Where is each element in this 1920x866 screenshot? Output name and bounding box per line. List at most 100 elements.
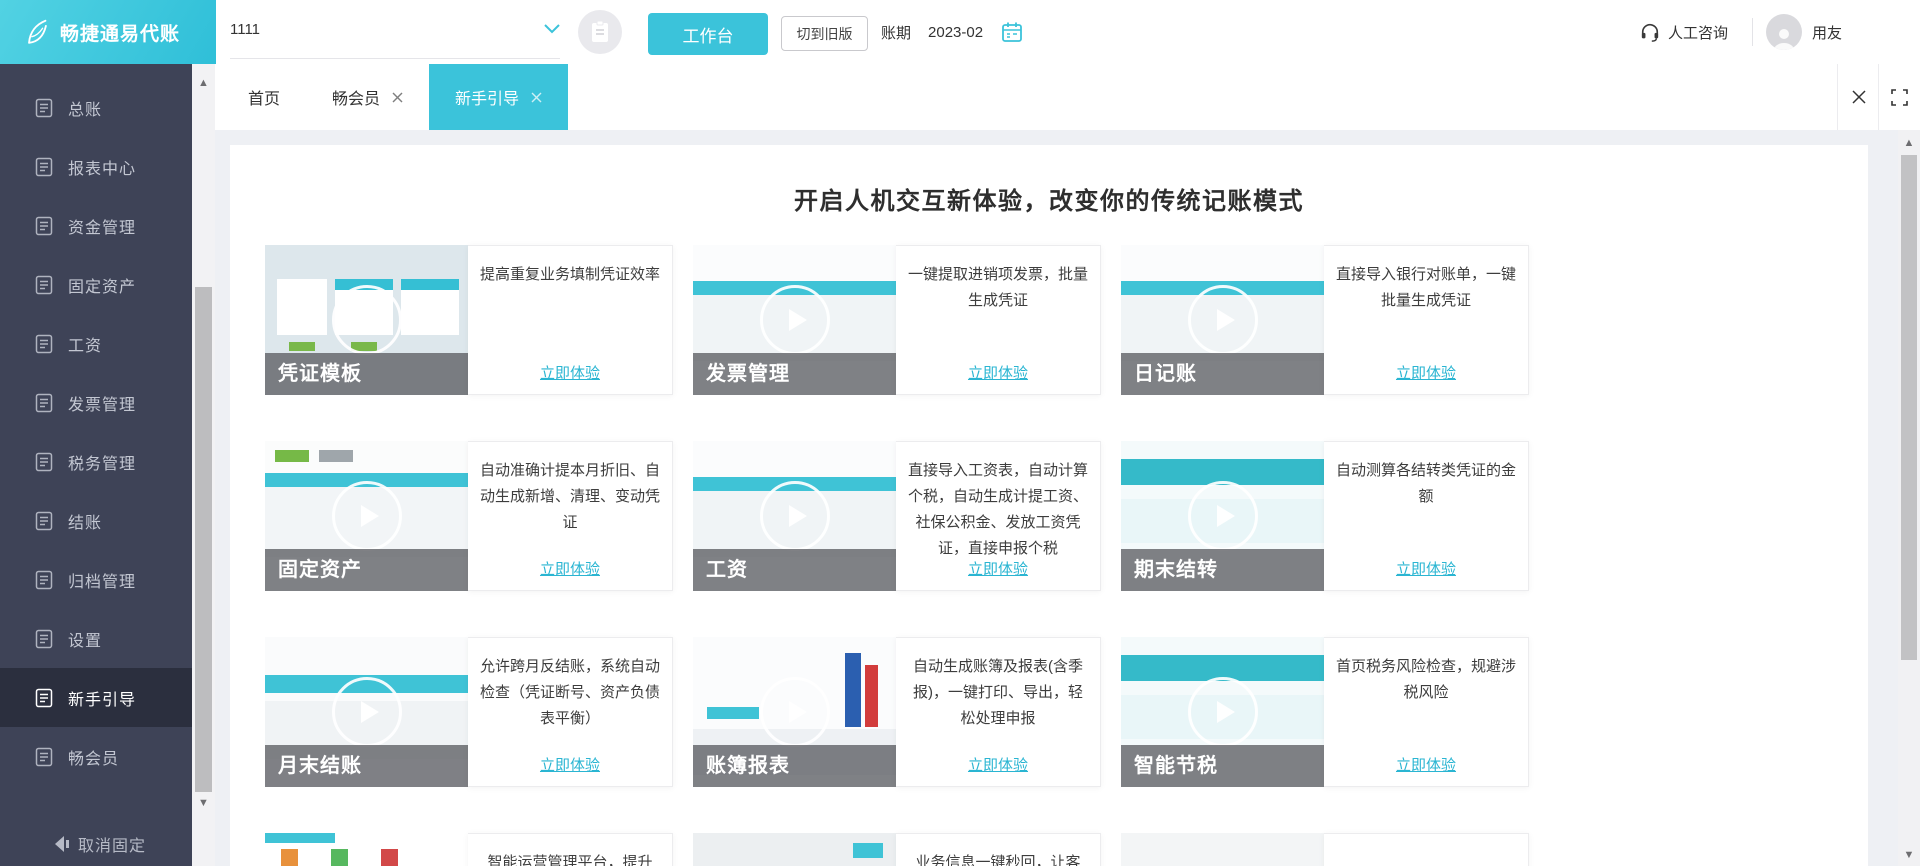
sidebar-item-report-center[interactable]: 报表中心	[0, 137, 192, 196]
play-button-icon[interactable]	[759, 481, 830, 551]
sidebar-item-invoice-management[interactable]: 发票管理	[0, 373, 192, 432]
video-thumbnail[interactable]: 日记账	[1121, 245, 1324, 395]
scroll-up-arrow-icon[interactable]: ▲	[192, 76, 215, 90]
period-value[interactable]: 2023-02	[928, 24, 983, 41]
tab-label: 新手引导	[455, 91, 520, 108]
play-button-icon[interactable]	[331, 481, 402, 551]
main-scrollbar-thumb[interactable]	[1901, 155, 1917, 660]
play-button-icon[interactable]	[1187, 481, 1258, 551]
feature-card-title: 账簿报表	[693, 745, 896, 787]
video-thumbnail[interactable]	[265, 833, 468, 866]
sidebar-item-label: 工资	[68, 337, 103, 355]
sidebar-item-settings[interactable]: 设置	[0, 609, 192, 668]
chevron-down-icon[interactable]	[544, 24, 560, 34]
user-menu[interactable]: 用友	[1766, 0, 1842, 64]
archive-management-icon	[34, 570, 54, 590]
tab-home[interactable]: 首页	[222, 64, 306, 130]
sidebar-item-member[interactable]: 畅会员	[0, 727, 192, 786]
feature-card-title: 月末结账	[265, 745, 468, 787]
video-thumbnail[interactable]: 月末结账	[265, 637, 468, 787]
fullscreen-button[interactable]	[1878, 64, 1920, 130]
tab-list: 首页 畅会员 新手引导	[215, 64, 1920, 130]
feature-card-body: 一键提取进销项发票，批量生成凭证 立即体验	[896, 245, 1101, 395]
play-button-icon[interactable]	[1187, 285, 1258, 355]
video-thumbnail[interactable]: 工资	[693, 441, 896, 591]
video-thumbnail[interactable]	[1121, 833, 1324, 866]
video-thumbnail[interactable]: 智能节税	[1121, 637, 1324, 787]
scroll-up-arrow-icon[interactable]: ▲	[1898, 136, 1920, 150]
invoice-management-icon	[34, 393, 54, 413]
report-center-icon	[34, 157, 54, 177]
play-button-icon[interactable]	[759, 677, 830, 747]
sidebar-item-archive-management[interactable]: 归档管理	[0, 550, 192, 609]
try-now-link[interactable]: 立即体验	[896, 754, 1100, 775]
feature-card-title: 发票管理	[693, 353, 896, 395]
sidebar-item-tax-management[interactable]: 税务管理	[0, 432, 192, 491]
close-pane-button[interactable]	[1837, 64, 1879, 130]
sidebar-item-label: 发票管理	[68, 396, 137, 414]
ledger-icon	[34, 98, 54, 118]
feature-card-description: 直接导入工资表，自动计算个税，自动生成计提工资、社保公积金、发放工资凭证，直接申…	[907, 462, 1088, 557]
feature-card: 立即体验	[1121, 833, 1529, 866]
sidebar-scrollbar[interactable]: ▲ ▼	[192, 64, 215, 866]
feature-card-body: 自动准确计提本月折旧、自动生成新增、清理、变动凭证 立即体验	[468, 441, 673, 591]
feature-card: 工资 直接导入工资表，自动计算个税，自动生成计提工资、社保公积金、发放工资凭证，…	[693, 441, 1101, 591]
play-triangle-icon	[360, 309, 379, 331]
video-thumbnail[interactable]: 固定资产	[265, 441, 468, 591]
scroll-down-arrow-icon[interactable]: ▼	[192, 796, 215, 810]
try-now-link[interactable]: 立即体验	[468, 754, 672, 775]
try-now-link[interactable]: 立即体验	[468, 362, 672, 383]
unpin-sidebar-button[interactable]: 取消固定	[55, 832, 146, 856]
sidebar-item-beginner-guide[interactable]: 新手引导	[0, 668, 192, 727]
scroll-down-arrow-icon[interactable]: ▼	[1898, 848, 1920, 862]
sidebar-nav: 总账 报表中心 资金管理 固定资产 工资 发票管理 税务管理 结账 归档管理 设…	[0, 64, 192, 866]
tab-label: 首页	[248, 91, 281, 108]
live-support-button[interactable]: 人工咨询	[1640, 0, 1728, 64]
try-now-link[interactable]: 立即体验	[1324, 558, 1528, 579]
feature-card: 凭证模板 提高重复业务填制凭证效率 立即体验	[265, 245, 673, 395]
play-triangle-icon	[1216, 309, 1235, 331]
play-button-icon[interactable]	[331, 677, 402, 747]
try-now-link[interactable]: 立即体验	[1324, 362, 1528, 383]
sidebar-item-label: 报表中心	[68, 160, 137, 178]
tab-beginner-guide[interactable]: 新手引导	[429, 64, 569, 130]
try-now-link[interactable]: 立即体验	[1324, 754, 1528, 775]
sidebar-item-label: 畅会员	[68, 750, 120, 768]
workbench-button[interactable]: 工作台	[648, 13, 768, 55]
feature-card-body: 自动测算各结转类凭证的金额 立即体验	[1324, 441, 1529, 591]
tab-member[interactable]: 畅会员	[306, 64, 429, 130]
play-button-icon[interactable]	[331, 285, 402, 355]
sidebar-item-salary[interactable]: 工资	[0, 314, 192, 373]
top-header: 畅捷通易代账 1111 工作台 切到旧版 账期 2023-02 人工咨询 用友	[0, 0, 1920, 65]
sidebar-item-funds-management[interactable]: 资金管理	[0, 196, 192, 255]
calendar-icon[interactable]	[1000, 20, 1024, 44]
tab-close-icon[interactable]	[531, 92, 542, 103]
video-thumbnail[interactable]: 期末结转	[1121, 441, 1324, 591]
sidebar-item-general-ledger[interactable]: 总账	[0, 78, 192, 137]
closing-icon	[34, 511, 54, 531]
tab-close-icon[interactable]	[392, 92, 403, 103]
feature-card-description: 自动准确计提本月折旧、自动生成新增、清理、变动凭证	[479, 462, 660, 531]
sidebar-scrollbar-thumb[interactable]	[195, 287, 212, 792]
beginner-guide-icon	[34, 688, 54, 708]
switch-old-version-button[interactable]: 切到旧版	[781, 16, 868, 51]
try-now-link[interactable]: 立即体验	[896, 558, 1100, 579]
video-thumbnail[interactable]	[693, 833, 896, 866]
sidebar-item-fixed-assets[interactable]: 固定资产	[0, 255, 192, 314]
play-button-icon[interactable]	[1187, 677, 1258, 747]
notebook-button[interactable]	[578, 10, 622, 54]
sidebar-item-closing[interactable]: 结账	[0, 491, 192, 550]
brand-name: 畅捷通易代账	[60, 23, 181, 45]
salary-icon	[34, 334, 54, 354]
account-set-select[interactable]: 1111	[230, 0, 560, 59]
try-now-link[interactable]: 立即体验	[896, 362, 1100, 383]
video-thumbnail[interactable]: 凭证模板	[265, 245, 468, 395]
video-thumbnail[interactable]: 账簿报表	[693, 637, 896, 787]
play-button-icon[interactable]	[759, 285, 830, 355]
video-thumbnail[interactable]: 发票管理	[693, 245, 896, 395]
feature-card-body: 直接导入工资表，自动计算个税，自动生成计提工资、社保公积金、发放工资凭证，直接申…	[896, 441, 1101, 591]
main-scrollbar[interactable]: ▲ ▼	[1898, 130, 1920, 866]
feature-card: 固定资产 自动准确计提本月折旧、自动生成新增、清理、变动凭证 立即体验	[265, 441, 673, 591]
feature-card-title: 固定资产	[265, 549, 468, 591]
try-now-link[interactable]: 立即体验	[468, 558, 672, 579]
